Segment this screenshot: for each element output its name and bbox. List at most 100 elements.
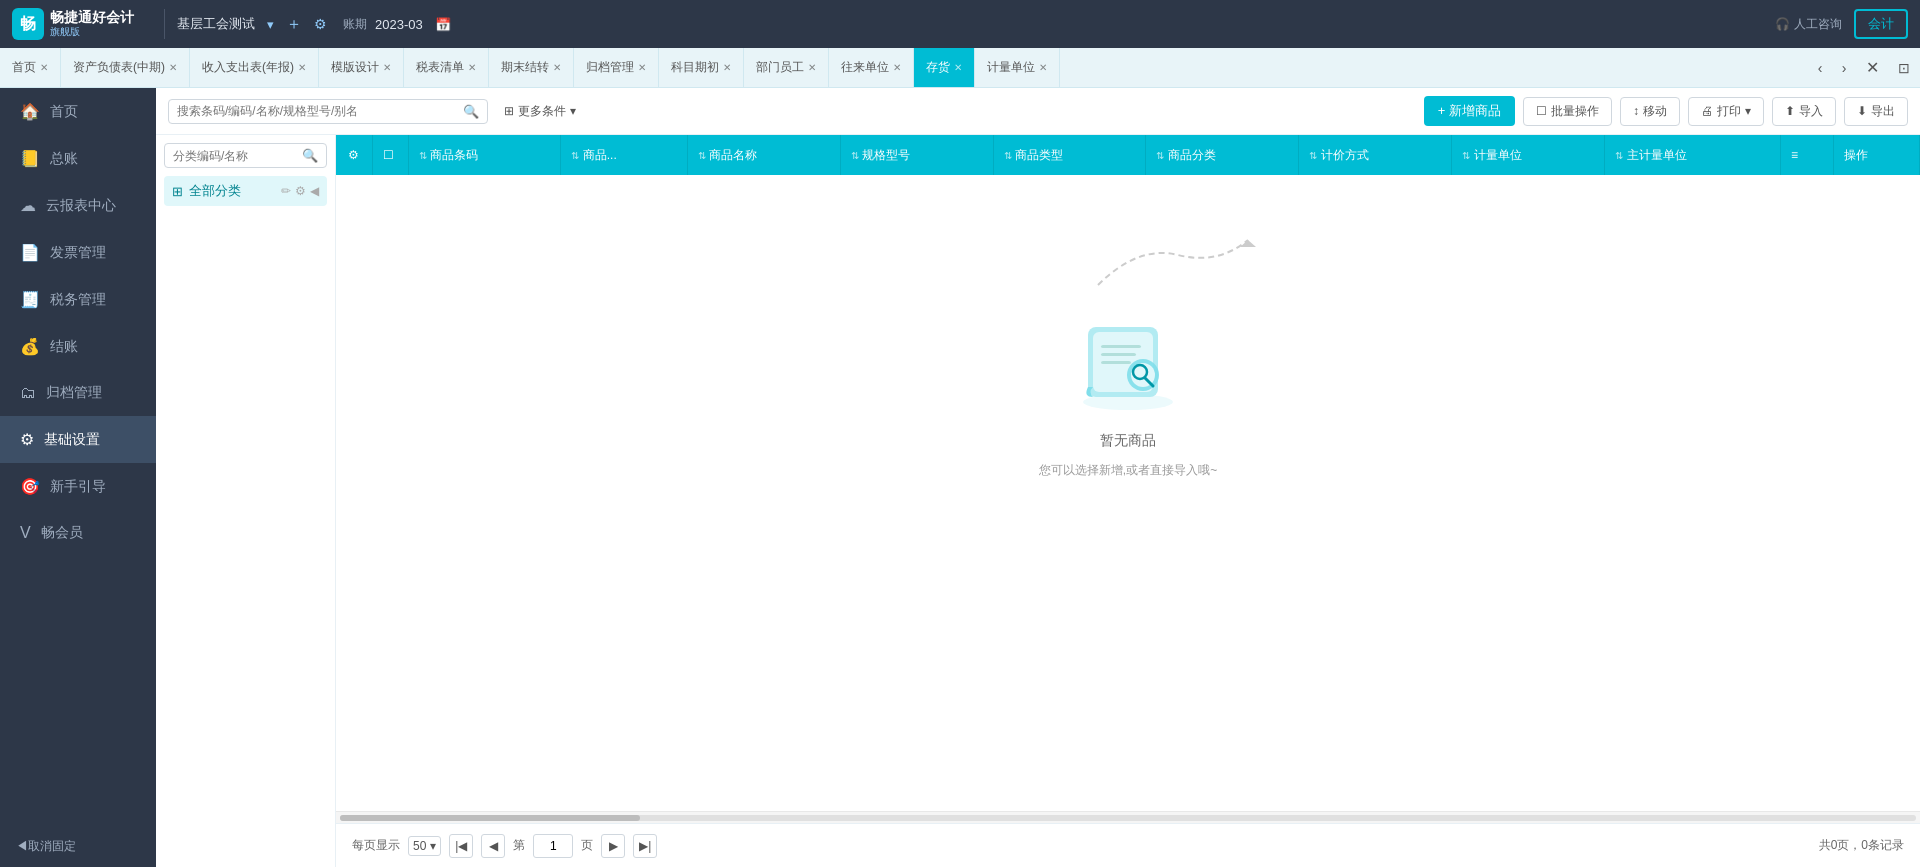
tab-next-button[interactable]: › <box>1832 48 1856 88</box>
company-dropdown[interactable]: ▾ <box>267 17 274 32</box>
prev-page-button[interactable]: ◀ <box>481 834 505 858</box>
next-page-button[interactable]: ▶ <box>601 834 625 858</box>
sidebar-item-archive-label: 归档管理 <box>46 384 102 402</box>
search-icon[interactable]: 🔍 <box>463 104 479 119</box>
sort-icon[interactable]: ⇅ <box>1156 150 1164 161</box>
add-product-button[interactable]: + 新增商品 <box>1424 96 1515 126</box>
category-collapse-icon[interactable]: ◀ <box>310 184 319 198</box>
sidebar-item-settlement-label: 结账 <box>50 338 78 356</box>
tab-close-tax-list[interactable]: ✕ <box>468 62 476 73</box>
sidebar-item-invoice[interactable]: 📄 发票管理 <box>0 229 156 276</box>
category-search-icon[interactable]: 🔍 <box>302 148 318 163</box>
category-settings-icon[interactable]: ⚙ <box>295 184 306 198</box>
sidebar-item-tax[interactable]: 🧾 税务管理 <box>0 276 156 323</box>
sort-icon[interactable]: ⇅ <box>851 150 859 161</box>
sidebar-item-home[interactable]: 🏠 首页 <box>0 88 156 135</box>
account-button[interactable]: 会计 <box>1854 9 1908 39</box>
tab-close-income[interactable]: ✕ <box>298 62 306 73</box>
more-filter-button[interactable]: ⊞ 更多条件 ▾ <box>496 99 584 124</box>
tab-prev-button[interactable]: ‹ <box>1808 48 1832 88</box>
tab-unit[interactable]: 计量单位 ✕ <box>975 48 1060 87</box>
col-barcode: ⇅ 商品条码 <box>408 135 561 175</box>
sort-icon[interactable]: ⇅ <box>571 150 579 161</box>
category-edit-icon[interactable]: ✏ <box>281 184 291 198</box>
tab-period-carry[interactable]: 期末结转 ✕ <box>489 48 574 87</box>
first-page-button[interactable]: |◀ <box>449 834 473 858</box>
empty-illustration <box>1063 307 1193 420</box>
per-page-select[interactable]: 50 ▾ <box>408 836 441 856</box>
tab-home[interactable]: 首页 ✕ <box>0 48 61 87</box>
period-value: 2023-03 <box>375 17 423 32</box>
tab-tax-list[interactable]: 税表清单 ✕ <box>404 48 489 87</box>
tab-expand-button[interactable]: ⊡ <box>1888 48 1920 88</box>
page-label: 第 <box>513 837 525 854</box>
col-unit: ⇅ 计量单位 <box>1452 135 1605 175</box>
sidebar-item-ledger[interactable]: 📒 总账 <box>0 135 156 182</box>
table-scroll-container[interactable]: ⚙ ☐ ⇅ 商品条码 ⇅ 商品... ⇅ 商品名称 <box>336 135 1920 811</box>
tab-close-balance[interactable]: ✕ <box>169 62 177 73</box>
scrollbar-thumb[interactable] <box>340 815 640 821</box>
tab-subject-init[interactable]: 科目期初 ✕ <box>659 48 744 87</box>
guide-icon: 🎯 <box>20 477 40 496</box>
sidebar-item-member[interactable]: V 畅会员 <box>0 510 156 556</box>
tab-close-template[interactable]: ✕ <box>383 62 391 73</box>
tab-close-all-button[interactable]: ✕ <box>1856 48 1888 88</box>
page-number-input[interactable] <box>533 834 573 858</box>
settlement-icon: 💰 <box>20 337 40 356</box>
sidebar: 🏠 首页 📒 总账 ☁ 云报表中心 📄 发票管理 🧾 税务管理 💰 结账 🗂 归… <box>0 88 156 867</box>
add-tab-button[interactable]: ＋ <box>282 10 306 39</box>
top-bar: 畅 畅捷通好会计 旗舰版 基层工会测试 ▾ ＋ ⚙ 账期 2023-03 📅 🎧… <box>0 0 1920 48</box>
tab-dept-staff[interactable]: 部门员工 ✕ <box>744 48 829 87</box>
tab-balance[interactable]: 资产负债表(中期) ✕ <box>61 48 190 87</box>
search-input[interactable] <box>177 104 457 118</box>
tab-inventory[interactable]: 存货 ✕ <box>914 48 975 87</box>
sort-icon[interactable]: ⇅ <box>419 150 427 161</box>
sidebar-item-archive[interactable]: 🗂 归档管理 <box>0 370 156 416</box>
sort-icon[interactable]: ⇅ <box>1004 150 1012 161</box>
sort-icon[interactable]: ⇅ <box>1309 150 1317 161</box>
move-button[interactable]: ↕ 移动 <box>1620 97 1680 126</box>
tab-close-dept-staff[interactable]: ✕ <box>808 62 816 73</box>
calendar-icon[interactable]: 📅 <box>435 17 451 32</box>
sidebar-item-reports[interactable]: ☁ 云报表中心 <box>0 182 156 229</box>
col-settings[interactable]: ⚙ <box>336 135 372 175</box>
sort-icon[interactable]: ⇅ <box>1462 150 1470 161</box>
export-button[interactable]: ⬇ 导出 <box>1844 97 1908 126</box>
import-icon: ⬆ <box>1785 104 1795 118</box>
print-button[interactable]: 🖨 打印 ▾ <box>1688 97 1764 126</box>
sidebar-unpin-button[interactable]: ◀取消固定 <box>0 826 156 867</box>
tab-close-archive[interactable]: ✕ <box>638 62 646 73</box>
last-page-button[interactable]: ▶| <box>633 834 657 858</box>
tab-close-home[interactable]: ✕ <box>40 62 48 73</box>
sidebar-bottom-label: ◀取消固定 <box>16 838 76 855</box>
sort-icon[interactable]: ⇅ <box>1615 150 1623 161</box>
col-extra[interactable]: ≡ <box>1780 135 1833 175</box>
scrollbar-track <box>340 815 1916 821</box>
tab-template[interactable]: 模版设计 ✕ <box>319 48 404 87</box>
content-area: 🔍 ⊞ 更多条件 ▾ + 新增商品 ☐ 批量操作 ↕ 移动 <box>156 88 1920 867</box>
sidebar-item-guide[interactable]: 🎯 新手引导 <box>0 463 156 510</box>
category-sidebar: 🔍 ⊞ 全部分类 ✏ ⚙ ◀ <box>156 135 336 867</box>
category-all-item[interactable]: ⊞ 全部分类 ✏ ⚙ ◀ <box>164 176 327 206</box>
import-button[interactable]: ⬆ 导入 <box>1772 97 1836 126</box>
company-name: 基层工会测试 <box>177 15 255 33</box>
category-search-input[interactable] <box>173 149 298 163</box>
tab-close-inventory[interactable]: ✕ <box>954 62 962 73</box>
col-checkbox[interactable]: ☐ <box>372 135 408 175</box>
sidebar-item-basic[interactable]: ⚙ 基础设置 <box>0 416 156 463</box>
sort-icon[interactable]: ⇅ <box>698 150 706 161</box>
help-button[interactable]: 🎧 人工咨询 <box>1775 16 1842 33</box>
tab-close-subject-init[interactable]: ✕ <box>723 62 731 73</box>
print-dropdown-icon: ▾ <box>1745 104 1751 118</box>
tab-archive[interactable]: 归档管理 ✕ <box>574 48 659 87</box>
horizontal-scrollbar[interactable] <box>336 811 1920 823</box>
tab-close-contacts[interactable]: ✕ <box>893 62 901 73</box>
tab-contacts[interactable]: 往来单位 ✕ <box>829 48 914 87</box>
col-action: 操作 <box>1834 135 1920 175</box>
tab-close-period-carry[interactable]: ✕ <box>553 62 561 73</box>
tab-close-unit[interactable]: ✕ <box>1039 62 1047 73</box>
tab-income[interactable]: 收入支出表(年报) ✕ <box>190 48 319 87</box>
settings-icon[interactable]: ⚙ <box>314 16 327 32</box>
sidebar-item-settlement[interactable]: 💰 结账 <box>0 323 156 370</box>
batch-operation-button[interactable]: ☐ 批量操作 <box>1523 97 1612 126</box>
